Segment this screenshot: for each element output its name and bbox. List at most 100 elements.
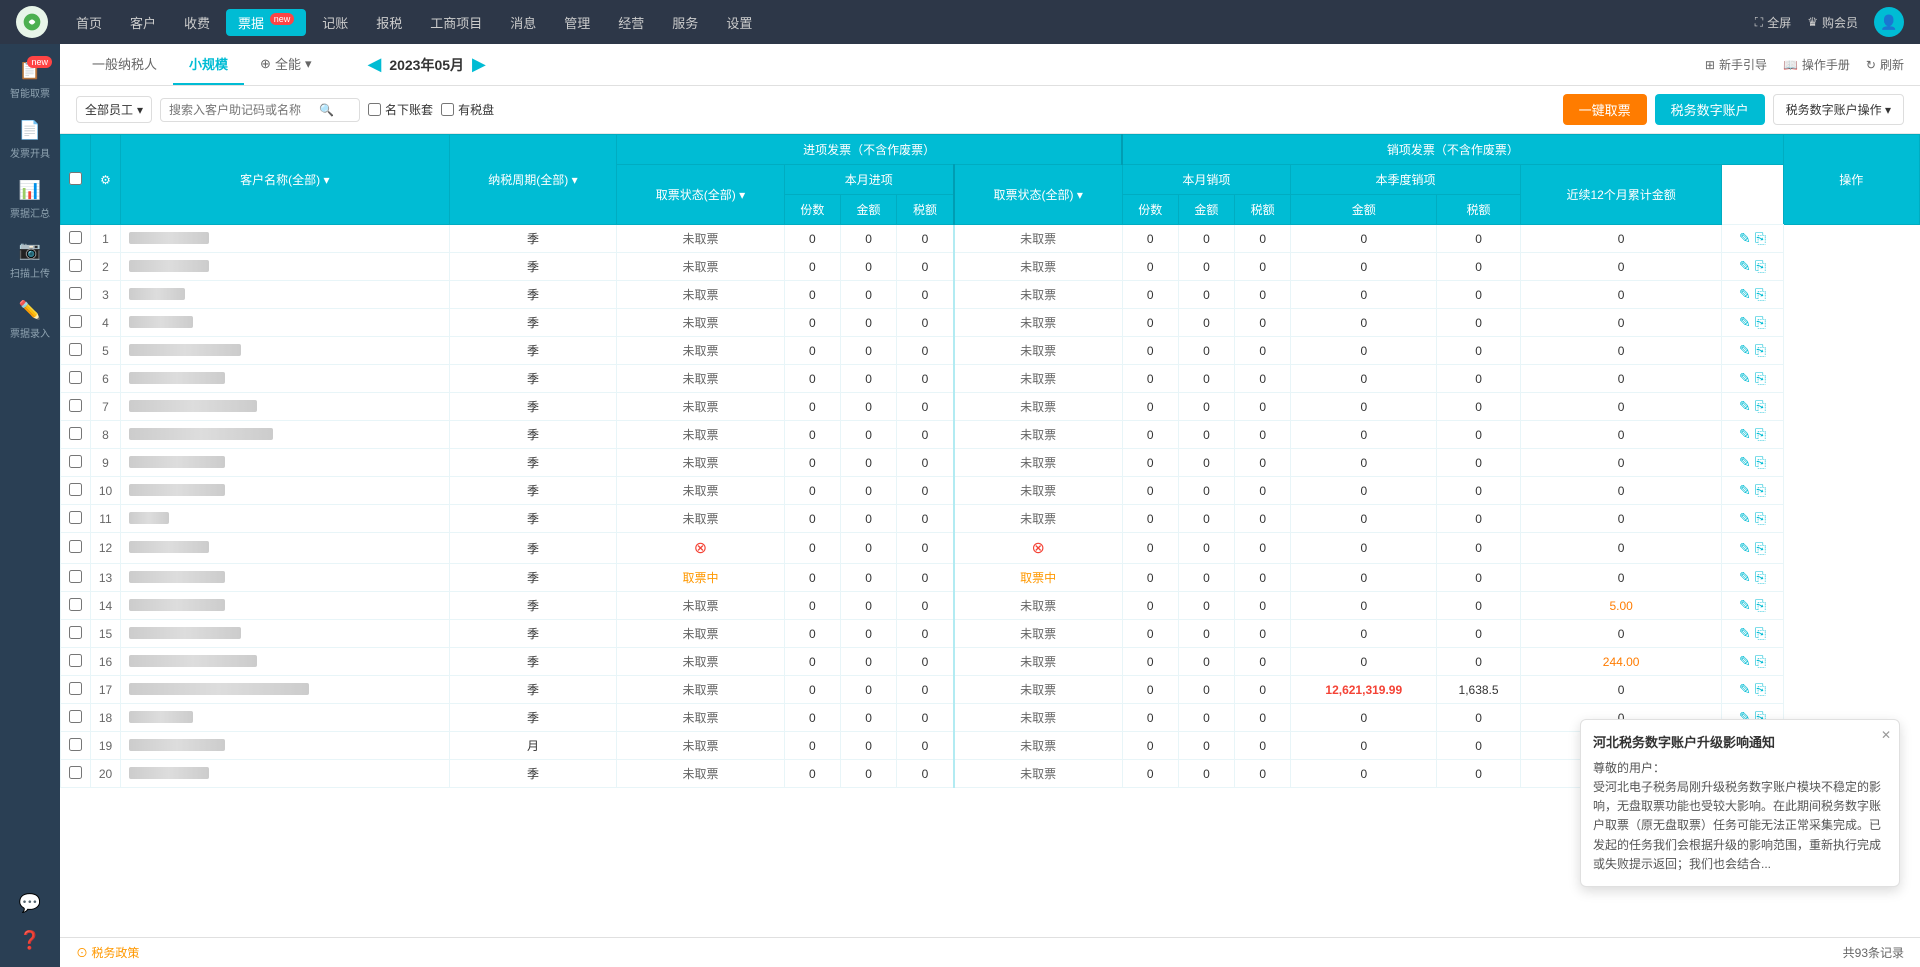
sidebar-item-summary[interactable]: 📊 票据汇总 [4,172,56,228]
manual-link[interactable]: 📖 操作手册 [1783,56,1850,73]
row-checkbox[interactable] [69,540,82,553]
edit-icon[interactable]: ✎ [1739,342,1751,359]
edit-icon[interactable]: ✎ [1739,625,1751,642]
nav-item-business[interactable]: 工商项目 [418,9,494,36]
copy-icon[interactable]: ⎘ [1755,625,1766,642]
nav-item-invoice[interactable]: 票据 new [226,9,306,36]
copy-icon[interactable]: ⎘ [1755,454,1766,471]
row-checkbox[interactable] [69,343,82,356]
sub-tabs-bar: 一般纳税人 小规模 ⊕ 全能 ▾ ◀ 2023年05月 ▶ ⊞ 新手引导 📖 操… [60,44,1920,86]
copy-icon[interactable]: ⎘ [1755,653,1766,670]
vip-btn[interactable]: ♛ 购会员 [1807,14,1858,31]
nav-item-messages[interactable]: 消息 [498,9,548,36]
row-checkbox[interactable] [69,315,82,328]
nav-item-settings[interactable]: 设置 [714,9,764,36]
copy-icon[interactable]: ⎘ [1755,426,1766,443]
copy-icon[interactable]: ⎘ [1755,314,1766,331]
one-click-btn[interactable]: 一键取票 [1563,94,1647,125]
tab-general-taxpayer[interactable]: 一般纳税人 [76,44,173,85]
copy-icon[interactable]: ⎘ [1755,258,1766,275]
nav-item-services[interactable]: 服务 [660,9,710,36]
edit-icon[interactable]: ✎ [1739,426,1751,443]
row-checkbox[interactable] [69,766,82,779]
copy-icon[interactable]: ⎘ [1755,342,1766,359]
edit-icon[interactable]: ✎ [1739,454,1751,471]
edit-icon[interactable]: ✎ [1739,370,1751,387]
search-input[interactable] [169,103,319,117]
sidebar-item-chat[interactable]: 💬 [4,885,56,922]
nav-item-customer[interactable]: 客户 [118,9,168,36]
nav-item-operations[interactable]: 经营 [606,9,656,36]
sidebar-item-help[interactable]: ❓ [4,922,56,959]
edit-icon[interactable]: ✎ [1739,510,1751,527]
edit-icon[interactable]: ✎ [1739,540,1751,557]
row-checkbox[interactable] [69,455,82,468]
taxpad-checkbox[interactable] [441,103,454,116]
prev-month-btn[interactable]: ◀ [367,54,381,75]
edit-icon[interactable]: ✎ [1739,597,1751,614]
copy-icon[interactable]: ⎘ [1755,370,1766,387]
row-checkbox[interactable] [69,654,82,667]
edit-icon[interactable]: ✎ [1739,653,1751,670]
next-month-btn[interactable]: ▶ [472,54,486,75]
row-checkbox[interactable] [69,231,82,244]
nav-item-tax[interactable]: 报税 [364,9,414,36]
copy-icon[interactable]: ⎘ [1755,286,1766,303]
row-checkbox[interactable] [69,682,82,695]
notification-close-btn[interactable]: ✕ [1881,728,1891,742]
nav-item-accounting[interactable]: 记账 [310,9,360,36]
row-checkbox[interactable] [69,738,82,751]
row-checkbox[interactable] [69,626,82,639]
edit-icon[interactable]: ✎ [1739,398,1751,415]
edit-icon[interactable]: ✎ [1739,230,1751,247]
sidebar-item-scan-upload[interactable]: 📷 扫描上传 [4,232,56,288]
nav-item-billing[interactable]: 收费 [172,9,222,36]
refresh-link[interactable]: ↻ 刷新 [1866,56,1904,73]
row-checkbox[interactable] [69,399,82,412]
tab-small-scale[interactable]: 小规模 [173,44,244,85]
new-guide-link[interactable]: ⊞ 新手引导 [1705,56,1767,73]
edit-icon[interactable]: ✎ [1739,258,1751,275]
copy-icon[interactable]: ⎘ [1755,510,1766,527]
edit-icon[interactable]: ✎ [1739,681,1751,698]
edit-icon[interactable]: ✎ [1739,286,1751,303]
search-icon[interactable]: 🔍 [319,103,334,117]
out-count-cell: 0 [1122,620,1178,648]
select-all-checkbox[interactable] [69,172,82,185]
copy-icon[interactable]: ⎘ [1755,398,1766,415]
user-avatar[interactable]: 👤 [1874,7,1904,37]
copy-icon[interactable]: ⎘ [1755,597,1766,614]
copy-icon[interactable]: ⎘ [1755,681,1766,698]
row-checkbox[interactable] [69,287,82,300]
checkbox-taxpad[interactable]: 有税盘 [441,101,494,118]
row-checkbox[interactable] [69,371,82,384]
tax-operation-btn[interactable]: 税务数字账户操作 ▾ [1773,94,1904,125]
tax-digital-btn[interactable]: 税务数字账户 [1655,94,1765,125]
copy-icon[interactable]: ⎘ [1755,569,1766,586]
tab-all[interactable]: ⊕ 全能 ▾ [244,44,327,85]
checkbox-account[interactable]: 名下账套 [368,101,433,118]
edit-icon[interactable]: ✎ [1739,482,1751,499]
row-checkbox[interactable] [69,511,82,524]
row-checkbox[interactable] [69,570,82,583]
tax-policy-link[interactable]: ⊙ 税务政策 [76,944,139,961]
sidebar-item-smart-invoice[interactable]: 📋 智能取票 new [4,52,56,108]
nav-item-home[interactable]: 首页 [64,9,114,36]
customer-name-cell [121,365,450,393]
copy-icon[interactable]: ⎘ [1755,482,1766,499]
sidebar-item-open-invoice[interactable]: 📄 发票开具 [4,112,56,168]
sidebar-item-entry[interactable]: ✏️ 票据录入 [4,292,56,348]
copy-icon[interactable]: ⎘ [1755,230,1766,247]
row-checkbox[interactable] [69,598,82,611]
fullscreen-btn[interactable]: ⛶ 全屏 [1755,14,1791,31]
edit-icon[interactable]: ✎ [1739,314,1751,331]
copy-icon[interactable]: ⎘ [1755,540,1766,557]
employee-select[interactable]: 全部员工 ▾ [76,96,152,123]
row-checkbox[interactable] [69,427,82,440]
row-checkbox[interactable] [69,710,82,723]
nav-item-management[interactable]: 管理 [552,9,602,36]
row-checkbox[interactable] [69,259,82,272]
row-checkbox[interactable] [69,483,82,496]
account-checkbox[interactable] [368,103,381,116]
edit-icon[interactable]: ✎ [1739,569,1751,586]
